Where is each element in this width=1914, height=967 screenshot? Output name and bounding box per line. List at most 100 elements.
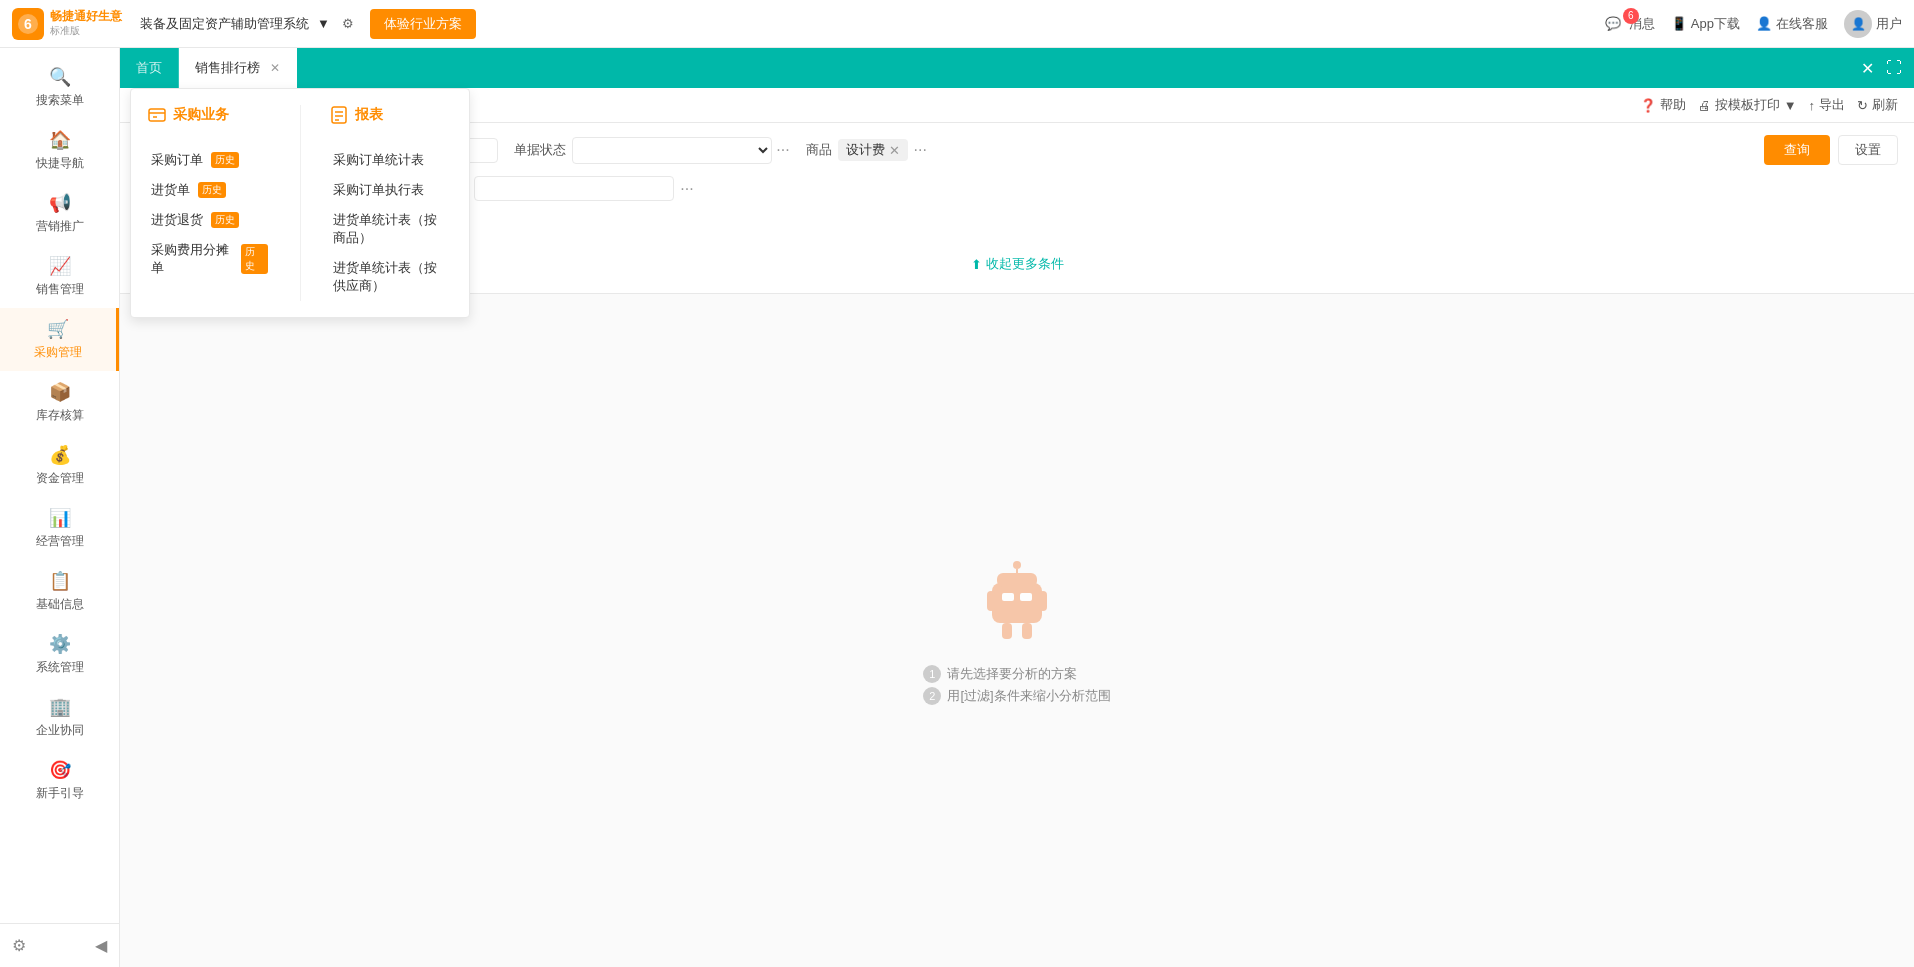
svg-rect-7 (1039, 591, 1047, 611)
menu-item-label-purchase-cost: 采购费用分摊单 (151, 241, 233, 277)
tab-sales-rank[interactable]: 销售排行榜 ✕ (179, 48, 297, 88)
menu-item-goods-stat-by-product[interactable]: 进货单统计表（按商品） (329, 205, 454, 253)
report-col: 报表 采购订单统计表 采购订单执行表 进货单统计表（按商品） 进货单统计表（按供… (329, 105, 454, 301)
menu-item-goods-receipt[interactable]: 进货单 历史 (147, 175, 272, 205)
sidebar-item-sales[interactable]: 📈 销售管理 (0, 245, 119, 308)
sidebar-collapse-button[interactable]: ◀ (95, 936, 107, 955)
app-download-item[interactable]: 📱 App下载 (1671, 15, 1740, 33)
menu-item-purchase-order-exec[interactable]: 采购订单执行表 (329, 175, 454, 205)
sidebar-label-sales: 销售管理 (36, 281, 84, 298)
report-col-title-text: 报表 (355, 106, 383, 124)
sidebar-item-capital[interactable]: 💰 资金管理 (0, 434, 119, 497)
sidebar-label-quick-nav: 快捷导航 (36, 155, 84, 172)
sidebar-label-basic: 基础信息 (36, 596, 84, 613)
goods-tag-value: 设计费 (846, 141, 885, 159)
query-actions: 查询 设置 (1764, 135, 1898, 165)
svg-rect-3 (1002, 593, 1014, 601)
sidebar-item-system[interactable]: ⚙️ 系统管理 (0, 623, 119, 686)
sidebar: 🔍 搜索菜单 🏠 快捷导航 📢 营销推广 📈 销售管理 🛒 采购管 (0, 48, 120, 967)
empty-robot-illustration (967, 553, 1067, 653)
menu-divider (300, 105, 301, 301)
sidebar-menu: 🔍 搜索菜单 🏠 快捷导航 📢 营销推广 📈 销售管理 🛒 采购管 (0, 48, 119, 923)
sidebar-settings-button[interactable]: ⚙ (12, 936, 26, 955)
tab-home[interactable]: 首页 (120, 48, 179, 88)
tab-maximize-button[interactable]: ⛶ (1882, 55, 1906, 81)
online-service-label: 在线客服 (1776, 15, 1828, 33)
service-icon: 👤 (1756, 16, 1772, 31)
sidebar-item-purchase[interactable]: 🛒 采购管理 (0, 308, 119, 371)
empty-state: 1 请先选择要分析的方案 2 用[过滤]条件来缩小分析范围 (923, 553, 1110, 709)
user-item[interactable]: 👤 用户 (1844, 10, 1902, 38)
goods-label: 商品 (806, 141, 832, 159)
menu-item-purchase-order[interactable]: 采购订单 历史 (147, 145, 272, 175)
hint-text-1: 请先选择要分析的方案 (947, 665, 1077, 683)
report-col-title: 报表 (329, 105, 454, 133)
export-button[interactable]: ↑ 导出 (1809, 96, 1846, 114)
sidebar-item-quick-nav[interactable]: 🏠 快捷导航 (0, 119, 119, 182)
menu-item-purchase-cost[interactable]: 采购费用分摊单 历史 (147, 235, 272, 283)
tab-bar-actions: ✕ ⛶ (1857, 48, 1914, 88)
goods-filter: 商品 设计费 ✕ ··· (806, 139, 927, 161)
sidebar-item-marketing[interactable]: 📢 营销推广 (0, 182, 119, 245)
sidebar-item-inventory[interactable]: 📦 库存核算 (0, 371, 119, 434)
message-item[interactable]: 💬 6 消息 (1605, 15, 1655, 33)
salesman-ellipsis[interactable]: ··· (680, 180, 693, 198)
history-badge-2: 历史 (198, 182, 226, 198)
hint-text-2: 用[过滤]条件来缩小分析范围 (947, 687, 1110, 705)
menu-item-goods-stat-by-supplier[interactable]: 进货单统计表（按供应商） (329, 253, 454, 301)
sidebar-item-newbie[interactable]: 🎯 新手引导 (0, 749, 119, 812)
empty-hints: 1 请先选择要分析的方案 2 用[过滤]条件来缩小分析范围 (923, 665, 1110, 709)
salesman-input[interactable] (474, 176, 674, 201)
menu-item-purchase-order-stat[interactable]: 采购订单统计表 (329, 145, 454, 175)
logo-area: 6 畅捷通好生意 标准版 (12, 8, 132, 40)
set-button[interactable]: 设置 (1838, 135, 1898, 165)
status-select[interactable] (572, 137, 772, 164)
purchase-col-icon (147, 105, 167, 125)
sidebar-label-marketing: 营销推广 (36, 218, 84, 235)
sidebar-label-capital: 资金管理 (36, 470, 84, 487)
query-button[interactable]: 查询 (1764, 135, 1830, 165)
goods-ellipsis[interactable]: ··· (914, 141, 927, 159)
dropdown-arrow-icon[interactable]: ▼ (317, 16, 330, 31)
capital-icon: 💰 (49, 444, 71, 466)
status-ellipsis[interactable]: ··· (776, 141, 789, 159)
help-button[interactable]: ❓ 帮助 (1640, 96, 1686, 114)
history-badge-3: 历史 (211, 212, 239, 228)
refresh-button[interactable]: ↻ 刷新 (1857, 96, 1898, 114)
goods-tag-close[interactable]: ✕ (889, 143, 900, 158)
goods-tag: 设计费 ✕ (838, 139, 908, 161)
empty-hint-1: 1 请先选择要分析的方案 (923, 665, 1110, 683)
top-bar: 6 畅捷通好生意 标准版 装备及固定资产辅助管理系统 ▼ ⚙ 体验行业方案 💬 … (0, 0, 1914, 48)
tab-home-label: 首页 (136, 59, 162, 77)
marketing-icon: 📢 (49, 192, 71, 214)
sidebar-label-search: 搜索菜单 (36, 92, 84, 109)
settings-gear-icon[interactable]: ⚙ (334, 10, 362, 38)
menu-item-label-goods-return: 进货退货 (151, 211, 203, 229)
sidebar-label-purchase: 采购管理 (34, 344, 82, 361)
tab-close-all-button[interactable]: ✕ (1857, 55, 1878, 82)
online-service-item[interactable]: 👤 在线客服 (1756, 15, 1828, 33)
print-button[interactable]: 🖨 按模板打印 ▼ (1698, 96, 1797, 114)
report-col-icon (329, 105, 349, 125)
tab-close-icon[interactable]: ✕ (270, 61, 280, 75)
inventory-icon: 📦 (49, 381, 71, 403)
tab-sales-rank-label: 销售排行榜 (195, 59, 260, 77)
menu-item-goods-return[interactable]: 进货退货 历史 (147, 205, 272, 235)
svg-rect-8 (1002, 623, 1012, 639)
status-label: 单据状态 (514, 141, 566, 159)
sidebar-item-corp[interactable]: 🏢 企业协同 (0, 686, 119, 749)
refresh-icon: ↻ (1857, 98, 1868, 113)
empty-hint-2: 2 用[过滤]条件来缩小分析范围 (923, 687, 1110, 705)
industry-button[interactable]: 体验行业方案 (370, 9, 476, 39)
message-icon: 💬 (1605, 16, 1621, 31)
menu-item-label-goods-receipt: 进货单 (151, 181, 190, 199)
phone-icon: 📱 (1671, 16, 1687, 31)
svg-rect-2 (992, 583, 1042, 623)
svg-point-10 (1013, 561, 1021, 569)
sidebar-item-search[interactable]: 🔍 搜索菜单 (0, 56, 119, 119)
sidebar-item-operation[interactable]: 📊 经营管理 (0, 497, 119, 560)
menu-item-label-goods-stat-by-supplier: 进货单统计表（按供应商） (333, 259, 450, 295)
main-content: 1 请先选择要分析的方案 2 用[过滤]条件来缩小分析范围 (120, 294, 1914, 967)
app-download-label: App下载 (1691, 15, 1740, 33)
sidebar-item-basic[interactable]: 📋 基础信息 (0, 560, 119, 623)
